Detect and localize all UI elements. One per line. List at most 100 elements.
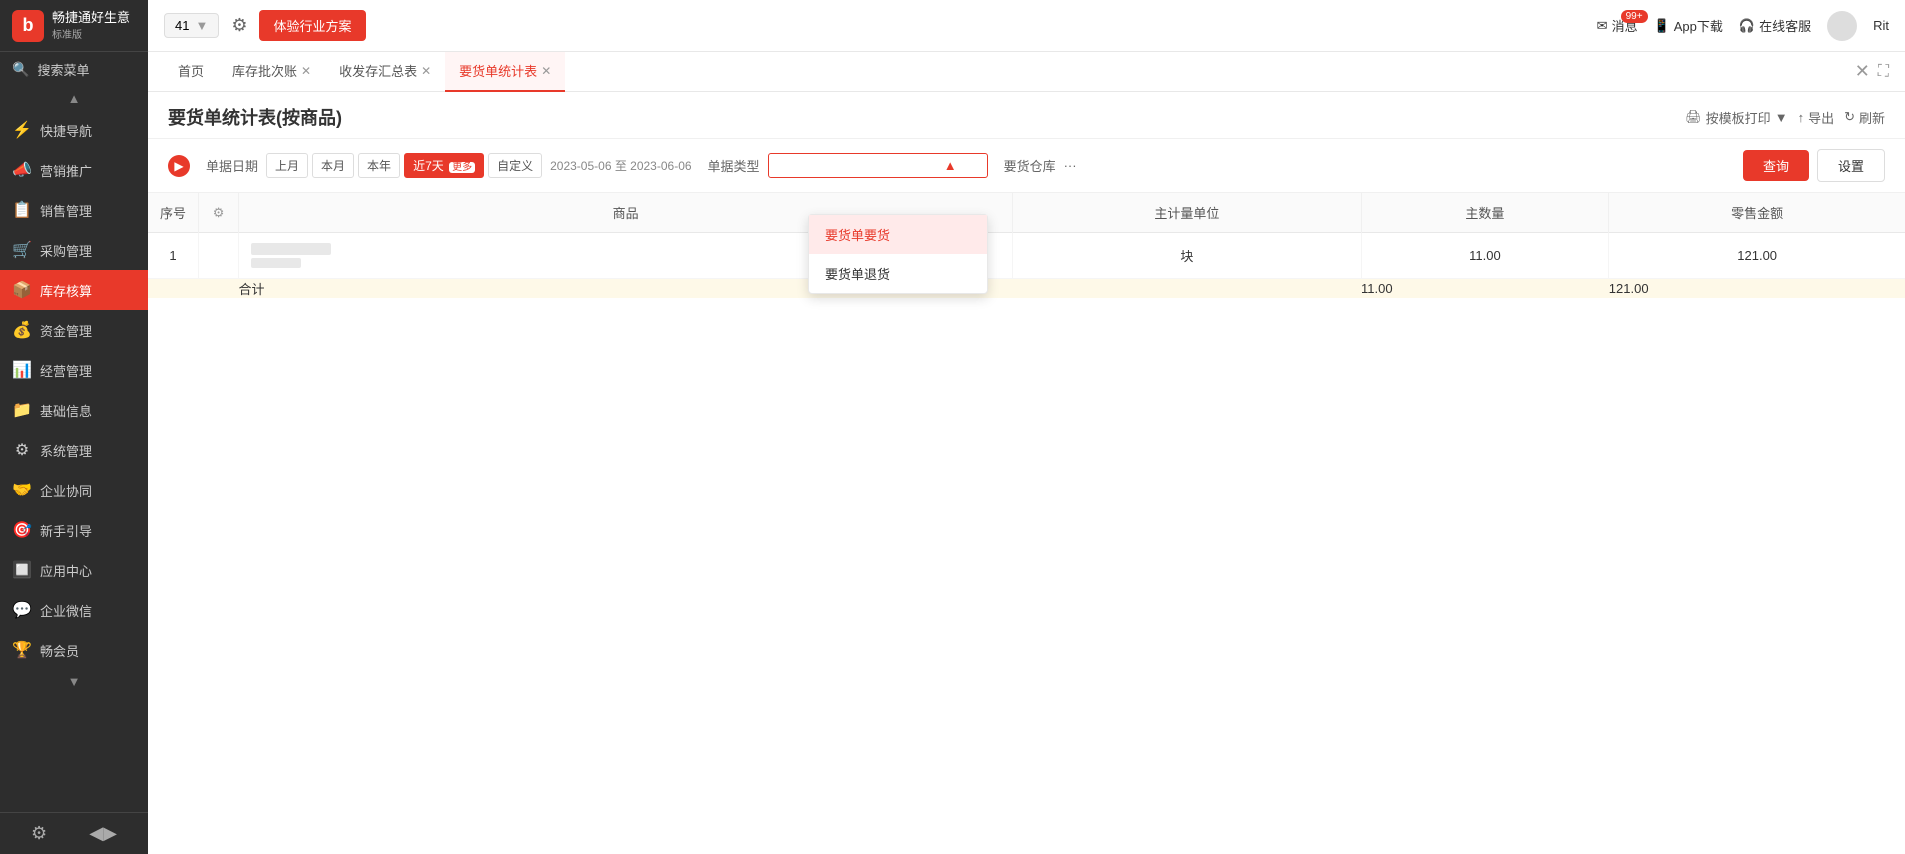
promo-button[interactable]: 体验行业方案 <box>259 10 365 41</box>
settings-bottom-btn[interactable]: ⚙ <box>31 823 47 844</box>
service-button[interactable]: 🎧 在线客服 <box>1739 16 1811 35</box>
sidebar-item-appstore[interactable]: 🔲 应用中心 <box>0 550 148 590</box>
sidebar-item-label-guide: 新手引导 <box>40 521 92 540</box>
search-label: 搜索菜单 <box>37 60 89 79</box>
logo-sub: 标准版 <box>52 26 130 41</box>
marketing-icon: 📣 <box>12 160 32 180</box>
date-btn-custom[interactable]: 自定义 <box>488 153 542 178</box>
col-settings[interactable]: ⚙ <box>199 193 239 233</box>
tab-shipping-summary[interactable]: 收发存汇总表 ✕ <box>325 52 445 92</box>
export-icon: ↑ <box>1798 110 1805 125</box>
total-qty: 11.00 <box>1361 279 1609 299</box>
tabs-bar: 首页 库存批次账 ✕ 收发存汇总表 ✕ 要货单统计表 ✕ ✕ ⛶ <box>148 52 1905 92</box>
sidebar-scroll-up[interactable]: ▲ <box>0 87 148 110</box>
sidebar-item-member[interactable]: 🏆 畅会员 <box>0 630 148 670</box>
page-title: 要货单统计表(按商品) <box>168 104 342 130</box>
type-filter-label: 单据类型 <box>708 156 760 175</box>
total-row: 合计 11.00 121.00 <box>148 279 1905 299</box>
sidebar-item-enterprise[interactable]: 🤝 企业协同 <box>0 470 148 510</box>
sidebar-item-label-wechat: 企业微信 <box>40 601 92 620</box>
sidebar-bottom: ⚙ ◀▶ <box>0 812 148 854</box>
operations-icon: 📊 <box>12 360 32 380</box>
cell-settings-1 <box>199 233 239 279</box>
sidebar-item-label-quick-nav: 快捷导航 <box>40 121 92 140</box>
finance-icon: 💰 <box>12 320 32 340</box>
export-button[interactable]: ↑ 导出 <box>1798 108 1835 127</box>
tab-order-stats-close[interactable]: ✕ <box>541 64 551 78</box>
sidebar-item-purchase[interactable]: 🛒 采购管理 <box>0 230 148 270</box>
sidebar-logo: b 畅捷通好生意 标准版 <box>0 0 148 52</box>
more-badge: 更多 <box>449 162 475 173</box>
table-header-row: 序号 ⚙ 商品 主计量单位 主数 <box>148 193 1905 233</box>
tab-home[interactable]: 首页 <box>164 52 218 92</box>
page-inner: 要货单统计表(按商品) 🖨 按模板打印 ▼ ↑ 导出 ↻ 刷新 <box>148 92 1905 854</box>
query-button[interactable]: 查询 <box>1743 150 1809 181</box>
cell-unit-1: 块 <box>1013 233 1361 279</box>
sidebar-item-finance[interactable]: 💰 资金管理 <box>0 310 148 350</box>
print-template-button[interactable]: 🖨 按模板打印 ▼ <box>1685 108 1787 127</box>
sidebar-item-label-appstore: 应用中心 <box>40 561 92 580</box>
close-all-tabs-icon[interactable]: ✕ <box>1855 61 1870 82</box>
cell-qty-1: 11.00 <box>1361 233 1609 279</box>
topbar-settings-icon[interactable]: ⚙ <box>231 15 247 36</box>
sidebar-item-operations[interactable]: 📊 经营管理 <box>0 350 148 390</box>
sidebar-item-guide[interactable]: 🎯 新手引导 <box>0 510 148 550</box>
date-btn-last-month[interactable]: 上月 <box>266 153 308 178</box>
tab-inventory-batch-close[interactable]: ✕ <box>301 64 311 78</box>
sidebar-item-inventory[interactable]: 📦 库存核算 <box>0 270 148 310</box>
collapse-sidebar-btn[interactable]: ◀▶ <box>89 823 117 844</box>
date-btn-current-month[interactable]: 本月 <box>312 153 354 178</box>
sidebar-item-label-finance: 资金管理 <box>40 321 92 340</box>
enterprise-icon: 🤝 <box>12 480 32 500</box>
date-btn-current-year[interactable]: 本年 <box>358 153 400 178</box>
avatar[interactable] <box>1827 11 1857 41</box>
tab-order-stats[interactable]: 要货单统计表 ✕ <box>445 52 565 92</box>
tab-inventory-batch[interactable]: 库存批次账 ✕ <box>218 52 325 92</box>
refresh-icon: ↻ <box>1844 109 1855 125</box>
sidebar-item-label-system: 系统管理 <box>40 441 92 460</box>
sidebar: b 畅捷通好生意 标准版 🔍 搜索菜单 ▲ ⚡ 快捷导航 📣 营销推广 📋 销售… <box>0 0 148 854</box>
type-filter-arrow-icon: ▲ <box>944 158 957 173</box>
message-icon: ✉ <box>1597 18 1608 34</box>
dropdown-item-order-return[interactable]: 要货单退货 <box>809 254 987 293</box>
topbar: 41 ▼ ⚙ 体验行业方案 ✉ 消息 99+ 📱 App下载 🎧 在线客服 Ri… <box>148 0 1905 52</box>
date-btn-last-7days[interactable]: 近7天 更多 <box>404 153 484 178</box>
tab-shipping-summary-close[interactable]: ✕ <box>421 64 431 78</box>
username-label: Rit <box>1873 18 1889 33</box>
sidebar-item-label-inventory: 库存核算 <box>40 281 92 300</box>
refresh-button[interactable]: ↻ 刷新 <box>1844 108 1885 127</box>
sidebar-item-marketing[interactable]: 📣 营销推广 <box>0 150 148 190</box>
main-content: 41 ▼ ⚙ 体验行业方案 ✉ 消息 99+ 📱 App下载 🎧 在线客服 Ri… <box>148 0 1905 854</box>
sidebar-item-label-operations: 经营管理 <box>40 361 92 380</box>
sidebar-item-label-marketing: 营销推广 <box>40 161 92 180</box>
page-actions: 🖨 按模板打印 ▼ ↑ 导出 ↻ 刷新 <box>1685 108 1885 127</box>
filter-toggle-btn[interactable]: ▶ <box>168 155 190 177</box>
sidebar-item-sales[interactable]: 📋 销售管理 <box>0 190 148 230</box>
print-arrow-icon: ▼ <box>1775 110 1788 125</box>
sidebar-item-label-sales: 销售管理 <box>40 201 92 220</box>
message-badge: 99+ <box>1621 10 1648 23</box>
date-filter-group: 单据日期 上月 本月 本年 近7天 更多 自定义 2023-05-06 至 20… <box>206 153 692 178</box>
filter-settings-button[interactable]: 设置 <box>1817 149 1885 182</box>
warehouse-more-icon[interactable]: ··· <box>1064 158 1077 173</box>
message-button[interactable]: ✉ 消息 99+ <box>1597 16 1638 35</box>
sidebar-item-basic-info[interactable]: 📁 基础信息 <box>0 390 148 430</box>
filter-bar: ▶ 单据日期 上月 本月 本年 近7天 更多 自定义 2023-05-06 至 … <box>148 139 1905 193</box>
sidebar-item-quick-nav[interactable]: ⚡ 快捷导航 <box>0 110 148 150</box>
type-filter-select[interactable]: ▲ <box>768 153 988 178</box>
sidebar-scroll-down[interactable]: ▼ <box>0 670 148 693</box>
print-icon: 🖨 <box>1685 109 1702 125</box>
inventory-icon: 📦 <box>12 280 32 300</box>
table-settings-icon[interactable]: ⚙ <box>213 205 225 220</box>
maximize-icon[interactable]: ⛶ <box>1878 63 1889 81</box>
company-selector[interactable]: 41 ▼ <box>164 13 219 38</box>
sidebar-item-wechat[interactable]: 💬 企业微信 <box>0 590 148 630</box>
sidebar-item-label-member: 畅会员 <box>40 641 79 660</box>
sidebar-item-label-basic-info: 基础信息 <box>40 401 92 420</box>
dropdown-item-order-purchase[interactable]: 要货单要货 <box>809 215 987 254</box>
table-row: 1 块 11.00 121.00 <box>148 233 1905 279</box>
sidebar-item-system[interactable]: ⚙ 系统管理 <box>0 430 148 470</box>
app-download-button[interactable]: 📱 App下载 <box>1654 16 1723 35</box>
topbar-right: ✉ 消息 99+ 📱 App下载 🎧 在线客服 Rit <box>1597 11 1889 41</box>
search-menu[interactable]: 🔍 搜索菜单 <box>0 52 148 87</box>
